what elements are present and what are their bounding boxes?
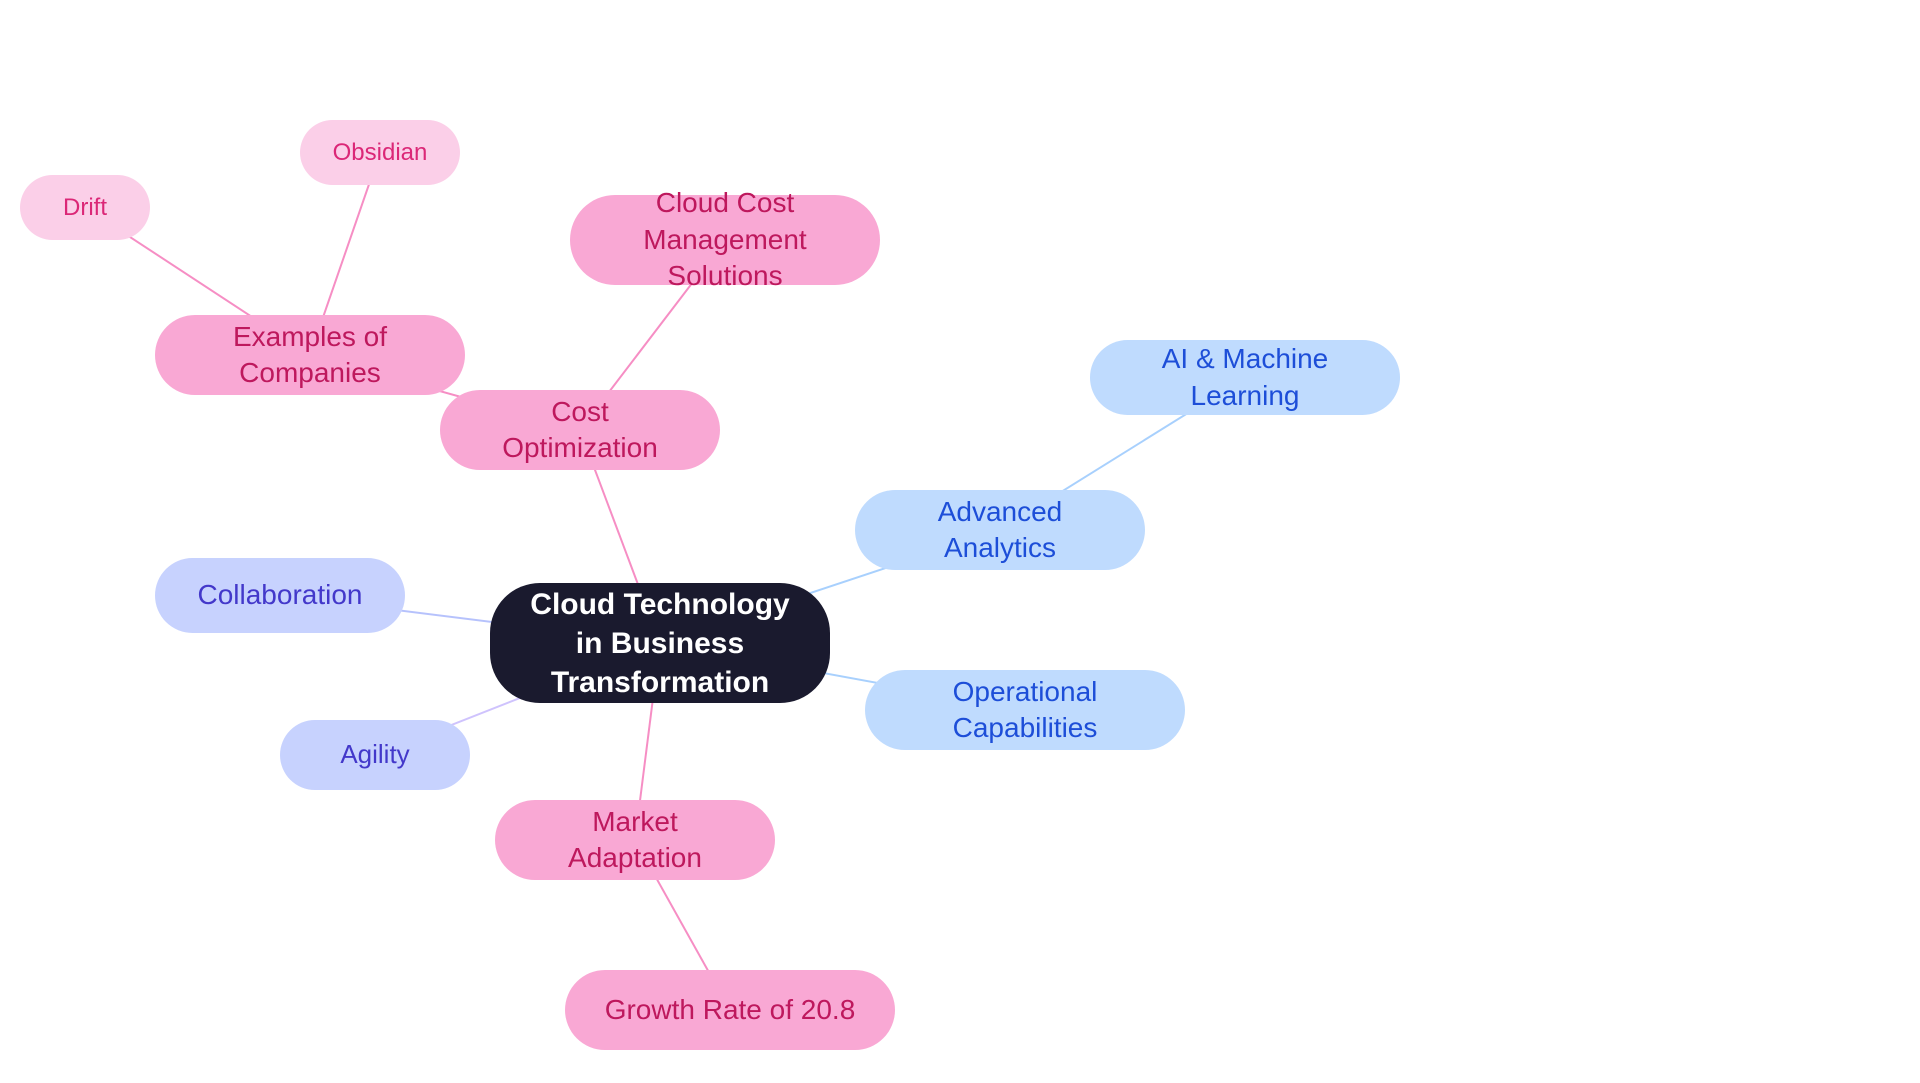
cost-optimization-node: Cost Optimization bbox=[440, 390, 720, 470]
drift-node: Drift bbox=[20, 175, 150, 240]
cloud-cost-node: Cloud Cost Management Solutions bbox=[570, 195, 880, 285]
collaboration-node: Collaboration bbox=[155, 558, 405, 633]
market-adaptation-node: Market Adaptation bbox=[495, 800, 775, 880]
ai-ml-node: AI & Machine Learning bbox=[1090, 340, 1400, 415]
examples-node: Examples of Companies bbox=[155, 315, 465, 395]
advanced-analytics-node: Advanced Analytics bbox=[855, 490, 1145, 570]
center-node: Cloud Technology in Business Transformat… bbox=[490, 583, 830, 703]
obsidian-node: Obsidian bbox=[300, 120, 460, 185]
agility-node: Agility bbox=[280, 720, 470, 790]
growth-rate-node: Growth Rate of 20.8 bbox=[565, 970, 895, 1050]
operational-node: Operational Capabilities bbox=[865, 670, 1185, 750]
